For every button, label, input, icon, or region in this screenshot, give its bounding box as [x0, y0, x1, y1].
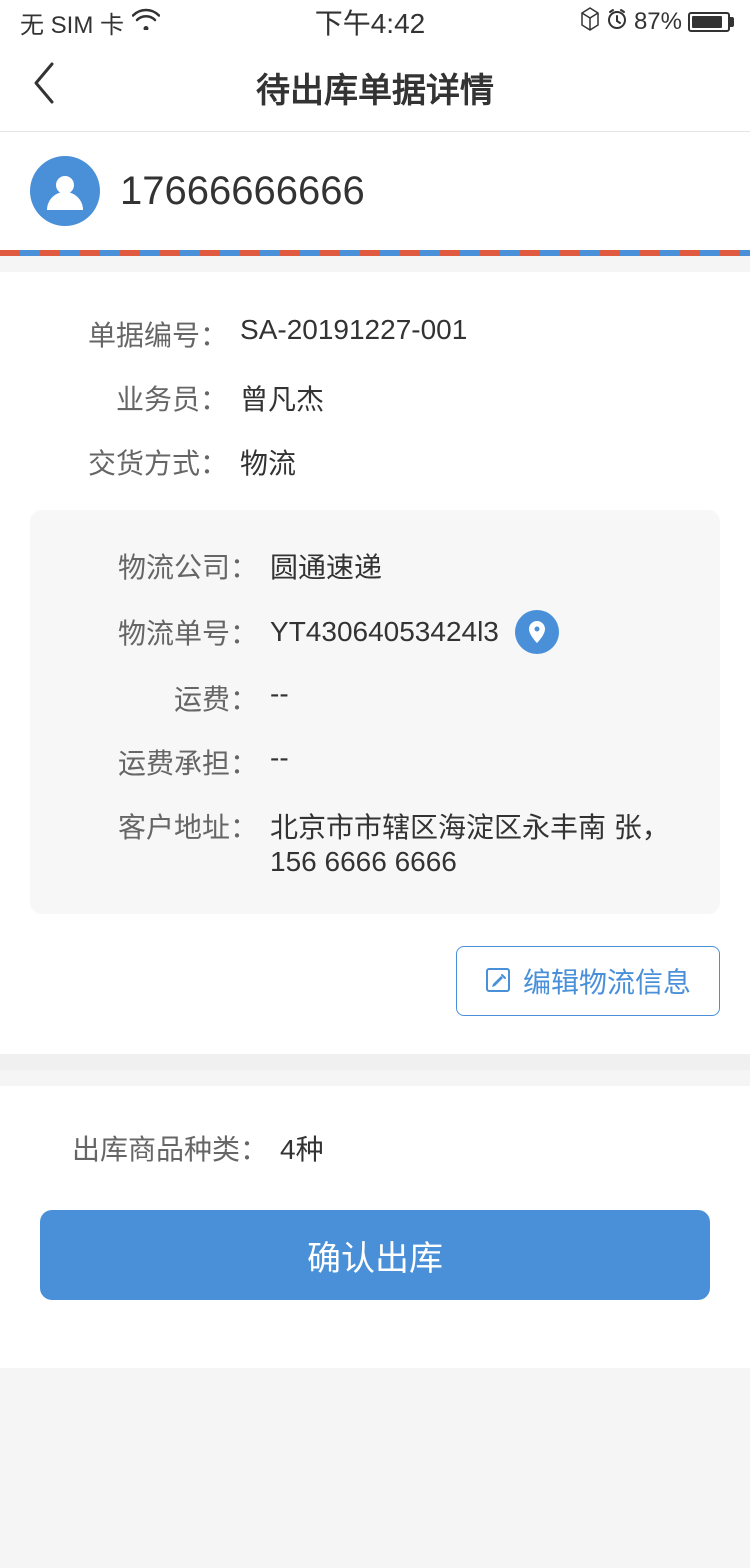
colon4: ： [230, 546, 258, 586]
tracking-label: 物流单号 [70, 612, 230, 652]
delivery-row: 交货方式 ： 物流 [0, 430, 750, 494]
freight-value: -- [270, 678, 680, 710]
edit-logistics-button[interactable]: 编辑物流信息 [456, 946, 720, 1016]
freight-row: 运费 ： -- [30, 666, 720, 730]
goods-types-row: 出库商品种类 ： 4种 [0, 1116, 750, 1180]
bottom-spacer [0, 1368, 750, 1568]
status-time: 下午4:42 [315, 2, 426, 42]
track-location-button[interactable] [515, 610, 559, 654]
freight-bear-label: 运费承担 [70, 742, 230, 782]
back-button[interactable] [30, 60, 58, 115]
page-title: 待出库单据详情 [256, 63, 494, 112]
tracking-number: YT43064053424l3 [270, 616, 499, 648]
freight-bear-row: 运费承担 ： -- [30, 730, 720, 794]
carrier-text: 无 SIM 卡 [20, 5, 124, 40]
colon6: ： [230, 678, 258, 718]
document-number-value: SA-20191227-001 [240, 314, 710, 346]
agent-row: 业务员 ： 曾凡杰 [0, 366, 750, 430]
agent-value: 曾凡杰 [240, 378, 710, 418]
address-row: 客户地址 ： 北京市市辖区海淀区永丰南 张，156 6666 6666 [30, 794, 720, 890]
logistics-company-label: 物流公司 [70, 546, 230, 586]
alarm-icon [606, 8, 628, 37]
goods-types-label: 出库商品种类 [40, 1128, 240, 1168]
goods-types-value: 4种 [280, 1128, 710, 1168]
confirm-outbound-button[interactable]: 确认出库 [40, 1210, 710, 1300]
status-bar: 无 SIM 卡 下午4:42 87 [0, 0, 750, 44]
document-number-label: 单据编号 [40, 314, 200, 354]
delivery-label: 交货方式 [40, 442, 200, 482]
battery-icon [688, 12, 730, 32]
tracking-row: 物流单号 ： YT43064053424l3 [30, 598, 720, 666]
logistics-company-row: 物流公司 ： 圆通速递 [30, 534, 720, 598]
battery-percent: 87% [634, 8, 682, 36]
document-info-section: 单据编号 ： SA-20191227-001 业务员 ： 曾凡杰 交货方式 ： … [0, 272, 750, 1054]
document-number-row: 单据编号 ： SA-20191227-001 [0, 302, 750, 366]
colon2: ： [200, 378, 228, 418]
nav-bar: 待出库单据详情 [0, 44, 750, 132]
colon1: ： [200, 314, 228, 354]
gray-divider [0, 1054, 750, 1070]
address-value: 北京市市辖区海淀区永丰南 张，156 6666 6666 [270, 806, 680, 878]
logistics-company-value: 圆通速递 [270, 546, 680, 586]
freight-bear-value: -- [270, 742, 680, 774]
status-right: 87% [580, 7, 730, 38]
logistics-card: 物流公司 ： 圆通速递 物流单号 ： YT43064053424l3 运费 ： … [30, 510, 720, 914]
address-label: 客户地址 [70, 806, 230, 846]
colon7: ： [230, 742, 258, 782]
colon9: ： [240, 1128, 268, 1168]
user-phone: 17666666666 [120, 169, 365, 214]
edit-btn-row: 编辑物流信息 [0, 930, 750, 1024]
status-left: 无 SIM 卡 [20, 5, 160, 40]
avatar [30, 156, 100, 226]
confirm-button-label: 确认出库 [307, 1231, 443, 1280]
colon5: ： [230, 612, 258, 652]
wifi-icon [132, 8, 160, 36]
colon8: ： [230, 806, 258, 846]
dash-divider [0, 250, 750, 256]
delivery-value: 物流 [240, 442, 710, 482]
edit-logistics-label: 编辑物流信息 [523, 961, 691, 1001]
freight-label: 运费 [70, 678, 230, 718]
colon3: ： [200, 442, 228, 482]
location-status-icon [580, 7, 600, 38]
agent-label: 业务员 [40, 378, 200, 418]
confirm-button-wrapper: 确认出库 [0, 1190, 750, 1334]
user-header: 17666666666 [0, 132, 750, 250]
